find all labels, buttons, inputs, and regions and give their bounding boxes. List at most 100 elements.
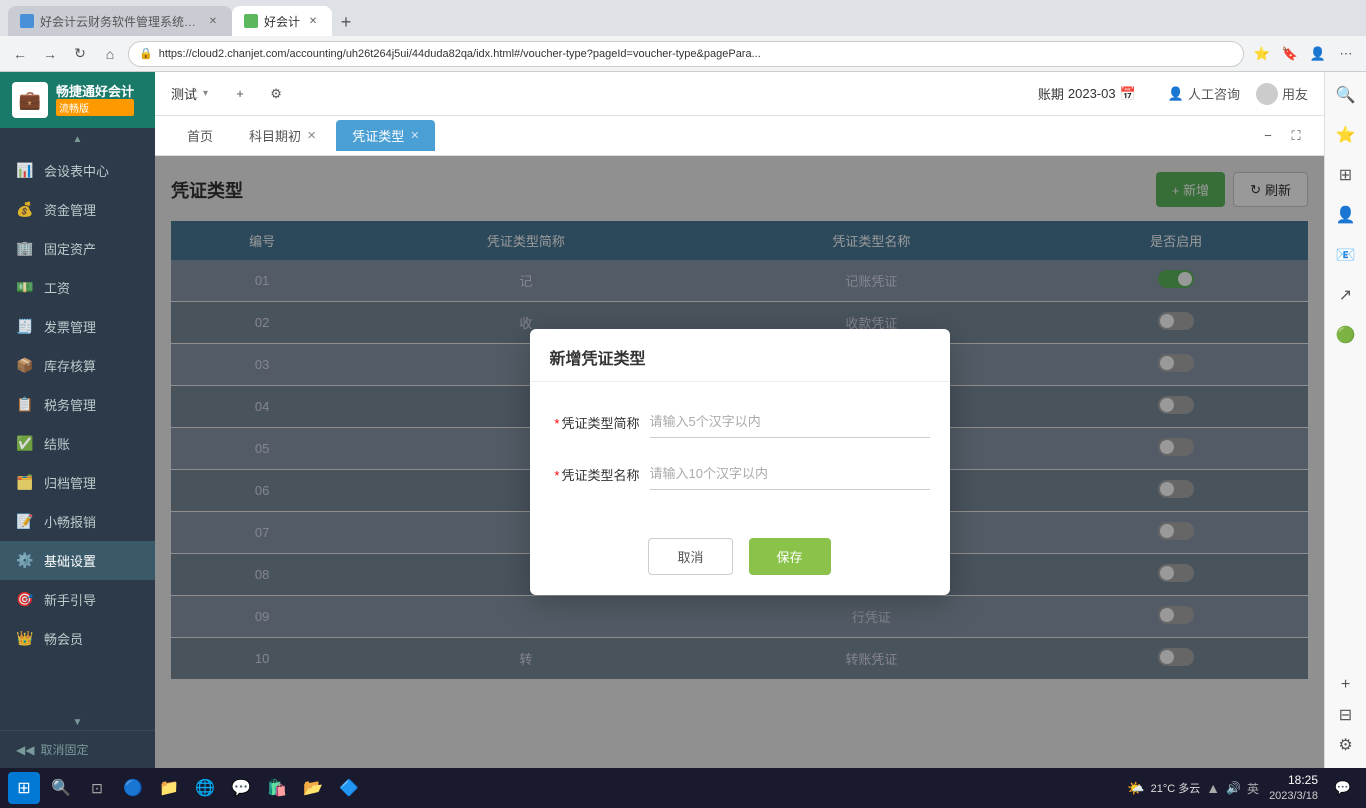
right-sidebar-plus[interactable]: + [1331,670,1361,700]
sidebar-item-invoice[interactable]: 🧾 发票管理 [0,307,155,346]
fixed-assets-icon: 🏢 [16,240,34,258]
taskbar-wechat[interactable]: 💬 [226,773,256,803]
sidebar-item-label-inventory: 库存核算 [44,356,96,375]
right-sidebar-arrow[interactable]: ↗ [1331,280,1361,310]
sidebar-item-fixed-assets[interactable]: 🏢 固定资产 [0,229,155,268]
member-icon: 👑 [16,630,34,648]
start-button[interactable]: ⊞ [8,772,40,804]
workspace-selector[interactable]: 测试 ▾ [171,84,208,103]
sidebar-item-settle[interactable]: ✅ 结账 [0,424,155,463]
right-sidebar-outlook[interactable]: 📧 [1331,240,1361,270]
header-right: 👤 人工咨询 用友 [1168,83,1308,105]
address-bar[interactable]: 🔒 https://cloud2.chanjet.com/accounting/… [128,41,1244,67]
back-button[interactable]: ← [8,42,32,66]
sidebar-item-dashboard[interactable]: 📊 会设表中心 [0,151,155,190]
sidebar-item-settings[interactable]: ⚙️ 基础设置 [0,541,155,580]
right-sidebar-download[interactable]: 🟢 [1331,320,1361,350]
add-workspace-button[interactable]: + [226,80,254,108]
taskbar-store[interactable]: 🛍️ [262,773,292,803]
tab-subject-init-close[interactable]: ✕ [307,129,316,142]
user-name: 用友 [1282,84,1308,103]
tab-subject-init-label: 科目期初 [249,126,301,145]
sidebar-item-label-tax: 税务管理 [44,395,96,414]
extension-icon-2[interactable]: 🔖 [1278,42,1302,66]
name-form-row: *凭证类型名称 [550,458,930,490]
browser-tab-2[interactable]: 好会计 ✕ [232,6,332,36]
browser-toolbar: ← → ↻ ⌂ 🔒 https://cloud2.chanjet.com/acc… [0,36,1366,72]
taskbar-task-view[interactable]: ⊡ [82,773,112,803]
taskbar-browser-2[interactable]: 🔷 [334,773,364,803]
taskbar-edge[interactable]: 🔵 [118,773,148,803]
modal-header: 新增凭证类型 [530,329,950,382]
browser-tab-1[interactable]: 好会计云财务软件管理系统_会计 ✕ [8,6,232,36]
tab-subject-init[interactable]: 科目期初 ✕ [233,120,332,151]
settings-button[interactable]: ⚙ [262,80,290,108]
cancel-button[interactable]: 取消 [648,538,732,575]
sidebar-item-salary[interactable]: 💵 工资 [0,268,155,307]
right-sidebar-star[interactable]: ⭐ [1331,120,1361,150]
user-info[interactable]: 用友 [1256,83,1308,105]
wechat-icon: 💬 [231,778,251,798]
period-calendar-icon[interactable]: 📅 [1120,86,1136,102]
tab-right-actions: − ⛶ [1256,124,1308,148]
sidebar-scroll-down[interactable]: ▼ [0,711,155,730]
sidebar-item-tax[interactable]: 📋 税务管理 [0,385,155,424]
task-view-icon: ⊡ [91,780,103,797]
notification-button[interactable]: 💬 [1328,773,1358,803]
taskbar-search[interactable]: 🔍 [46,773,76,803]
tab-maximize-button[interactable]: ⛶ [1284,124,1308,148]
consult-button[interactable]: 👤 人工咨询 [1168,84,1240,103]
right-sidebar-config[interactable]: ⚙ [1331,730,1361,760]
explorer-icon: 📁 [159,778,179,798]
sidebar-item-guide[interactable]: 🎯 新手引导 [0,580,155,619]
sidebar-item-label-salary: 工资 [44,278,70,297]
windows-icon: ⊞ [17,778,30,798]
tab-close-1[interactable]: ✕ [206,14,220,28]
sidebar-item-archive[interactable]: 🗂️ 归档管理 [0,463,155,502]
name-input[interactable] [650,458,930,490]
clock-date: 2023/3/18 [1269,789,1318,804]
tab-voucher-type-close[interactable]: ✕ [410,129,419,142]
sidebar-scroll-up[interactable]: ▲ [0,128,155,147]
refresh-button[interactable]: ↻ [68,42,92,66]
sidebar-unpin-button[interactable]: ◀◀ 取消固定 [0,730,155,768]
forward-button[interactable]: → [38,42,62,66]
sidebar-items: 📊 会设表中心 💰 资金管理 🏢 固定资产 💵 工资 🧾 发票管理 📦 [0,147,155,711]
workspace-arrow: ▾ [203,88,208,99]
tab-voucher-type[interactable]: 凭证类型 ✕ [336,120,435,151]
save-button[interactable]: 保存 [749,538,831,575]
taskbar: ⊞ 🔍 ⊡ 🔵 📁 🌐 💬 🛍️ 📂 🔷 🌤️ 21°C 多云 ▲ 🔊 英 18… [0,768,1366,808]
right-sidebar-search[interactable]: 🔍 [1331,80,1361,110]
logo-text: 畅捷通好会计 [56,84,134,100]
store-icon: 🛍️ [267,778,287,798]
lock-icon: 🔒 [139,47,153,60]
extension-icon-1[interactable]: ⭐ [1250,42,1274,66]
weather-text: 21°C 多云 [1151,780,1201,796]
right-sidebar-grid[interactable]: ⊞ [1331,160,1361,190]
abbr-label: *凭证类型简称 [550,413,650,432]
tab-voucher-type-label: 凭证类型 [352,126,404,145]
browser-menu-button[interactable]: ⋯ [1334,42,1358,66]
salary-icon: 💵 [16,279,34,297]
consult-label: 人工咨询 [1188,84,1240,103]
home-button[interactable]: ⌂ [98,42,122,66]
sidebar-item-label-invoice: 发票管理 [44,317,96,336]
tab-minimize-button[interactable]: − [1256,124,1280,148]
sidebar-item-funds[interactable]: 💰 资金管理 [0,190,155,229]
new-tab-button[interactable]: + [332,8,360,36]
tab-home[interactable]: 首页 [171,120,229,151]
sidebar-item-report[interactable]: 📝 小畅报销 [0,502,155,541]
right-sidebar-table[interactable]: ⊟ [1331,700,1361,730]
sidebar-item-member[interactable]: 👑 畅会员 [0,619,155,658]
right-sidebar-user[interactable]: 👤 [1331,200,1361,230]
app-container: 💼 畅捷通好会计 流畅版 ▲ 📊 会设表中心 💰 资金管理 🏢 固定资产 [0,72,1366,768]
browser-icon: 🔷 [339,778,359,798]
taskbar-chrome[interactable]: 🌐 [190,773,220,803]
taskbar-files[interactable]: 📂 [298,773,328,803]
extension-icon-3[interactable]: 👤 [1306,42,1330,66]
sidebar-item-inventory[interactable]: 📦 库存核算 [0,346,155,385]
tab-close-2[interactable]: ✕ [306,14,320,28]
abbr-input[interactable] [650,406,930,438]
taskbar-explorer[interactable]: 📁 [154,773,184,803]
tax-icon: 📋 [16,396,34,414]
